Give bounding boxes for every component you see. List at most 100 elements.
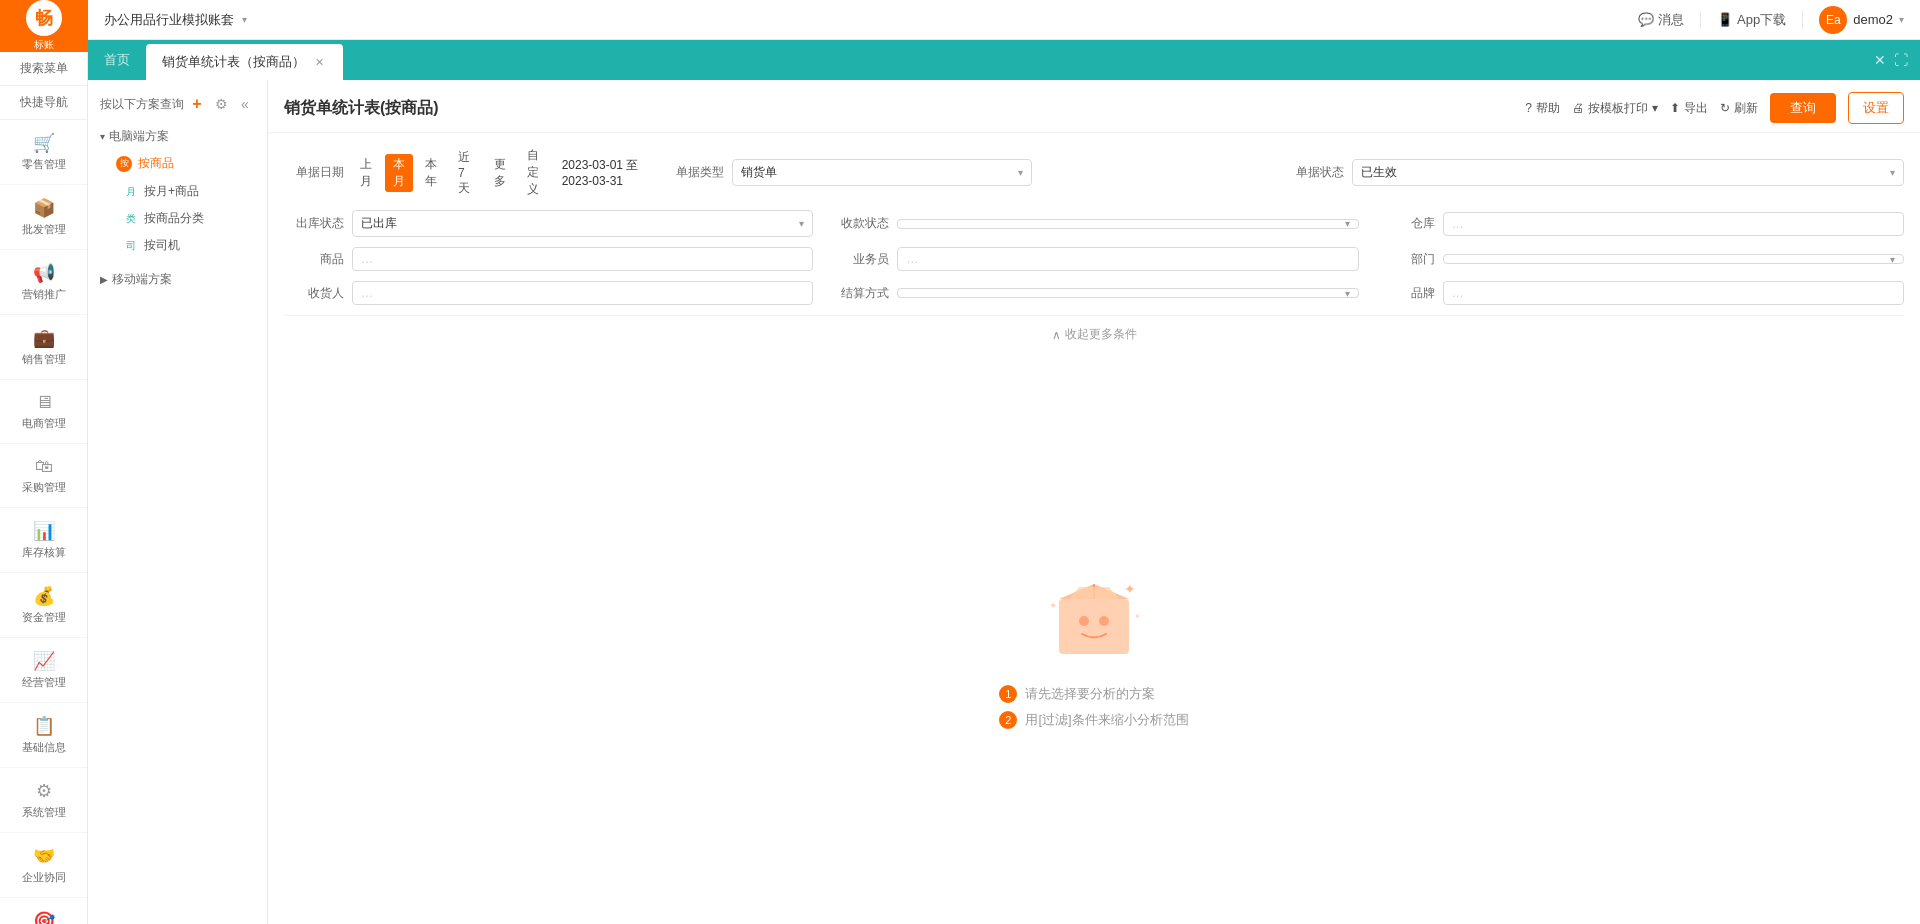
- desktop-group-label: 电脑端方案: [109, 128, 169, 145]
- corp-icon: 🤝: [33, 845, 55, 867]
- payment-method-select[interactable]: ▾: [897, 288, 1358, 298]
- sidebar-item-finance[interactable]: 💰 资金管理: [0, 573, 87, 638]
- help-btn[interactable]: ? 帮助: [1525, 100, 1560, 117]
- operation-label: 经营管理: [22, 675, 66, 690]
- system-icon: ⚙: [36, 780, 52, 802]
- shortcut-nav-label: 快捷导航: [20, 94, 68, 111]
- payment-status-label: 收款状态: [829, 215, 897, 232]
- by-category-icon: 类: [124, 212, 138, 226]
- settings-button[interactable]: 设置: [1848, 92, 1904, 124]
- payment-status-select[interactable]: ▾: [897, 219, 1358, 229]
- refresh-btn[interactable]: ↻ 刷新: [1720, 100, 1758, 117]
- expand-icon[interactable]: ⛶: [1894, 52, 1908, 68]
- date-shortcuts: 上月 本月 本年 近7天 更多 自定义: [352, 145, 554, 200]
- mobile-scheme-group: ▶ 移动端方案: [88, 263, 267, 296]
- warehouse-input[interactable]: …: [1443, 212, 1904, 236]
- custom-date-btn[interactable]: 自定义: [519, 145, 554, 200]
- mobile-group-arrow: ▶: [100, 274, 108, 285]
- logo-icon: 畅: [26, 0, 62, 36]
- sidebar-item-retail[interactable]: 🛒 零售管理: [0, 120, 87, 185]
- receiver-input[interactable]: …: [352, 281, 813, 305]
- receiver-label: 收货人: [284, 285, 352, 302]
- export-icon: ⬆: [1670, 101, 1680, 115]
- scheme-by-category[interactable]: 类 按商品分类: [88, 205, 267, 232]
- scheme-by-month-product[interactable]: 月 按月+商品: [88, 178, 267, 205]
- collapse-panel-btn[interactable]: «: [235, 94, 255, 114]
- empty-illustration: ✦ ✦ ✦: [1034, 549, 1154, 669]
- msg-icon: 💬: [1638, 12, 1654, 27]
- sidebar-item-basic[interactable]: 📋 基础信息: [0, 703, 87, 768]
- more-date-btn[interactable]: 更多: [486, 154, 515, 192]
- dept-select[interactable]: ▾: [1443, 254, 1904, 264]
- add-scheme-btn[interactable]: +: [187, 94, 207, 114]
- by-cashier-label: 按司机: [144, 237, 180, 254]
- dept-arrow: ▾: [1890, 254, 1895, 265]
- out-status-select[interactable]: 已出库 ▾: [352, 210, 813, 237]
- marketing-label: 营销推广: [22, 287, 66, 302]
- last-month-btn[interactable]: 上月: [352, 154, 381, 192]
- tab-sales-stat[interactable]: 销货单统计表（按商品） ✕: [146, 44, 343, 80]
- sidebar-item-wholesale[interactable]: 📦 批发管理: [0, 185, 87, 250]
- page-actions: ? 帮助 🖨 按模板打印 ▾ ⬆ 导出 ↻ 刷新: [1525, 92, 1904, 124]
- search-menu-label: 搜索菜单: [20, 60, 68, 77]
- current-year-btn[interactable]: 本年: [417, 154, 446, 192]
- close-all-icon[interactable]: ✕: [1874, 52, 1886, 68]
- collapse-filter-label: 收起更多条件: [1065, 326, 1137, 343]
- product-label: 商品: [284, 251, 352, 268]
- doc-status-select[interactable]: 已生效 ▾: [1352, 159, 1904, 186]
- doc-type-select[interactable]: 销货单 ▾: [732, 159, 1032, 186]
- search-menu-item[interactable]: 搜索菜单: [0, 52, 87, 86]
- mobile-group-title[interactable]: ▶ 移动端方案: [88, 267, 267, 292]
- collapse-filter-btn[interactable]: ∧ 收起更多条件: [284, 320, 1904, 349]
- shortcut-nav-item[interactable]: 快捷导航: [0, 86, 87, 120]
- sidebar-item-purchase[interactable]: 🛍 采购管理: [0, 444, 87, 508]
- topbar-right: 💬 消息 📱 App下载 Ea demo2 ▾: [1638, 6, 1904, 34]
- sidebar-item-inventory[interactable]: 📊 库存核算: [0, 508, 87, 573]
- scheme-by-cashier[interactable]: 司 按司机: [88, 232, 267, 259]
- app-download-btn[interactable]: 📱 App下载: [1717, 11, 1803, 29]
- sidebar-item-system[interactable]: ⚙ 系统管理: [0, 768, 87, 833]
- brand-input[interactable]: …: [1443, 281, 1904, 305]
- sidebar-item-corp[interactable]: 🤝 企业协同: [0, 833, 87, 898]
- tab-home[interactable]: 首页: [88, 40, 146, 80]
- sidebar-item-ecommerce[interactable]: 🖥 电商管理: [0, 380, 87, 444]
- desktop-group-title[interactable]: ▾ 电脑端方案: [88, 124, 267, 149]
- by-cashier-icon: 司: [124, 239, 138, 253]
- product-input[interactable]: …: [352, 247, 813, 271]
- export-btn[interactable]: ⬆ 导出: [1670, 100, 1708, 117]
- doc-type-label: 单据类型: [664, 164, 732, 181]
- warehouse-label: 仓库: [1375, 215, 1443, 232]
- hint-1-num: 1: [999, 685, 1017, 703]
- industry-label: 办公用品行业模拟账套: [104, 11, 234, 29]
- svg-text:✦: ✦: [1049, 600, 1057, 611]
- template-print-btn[interactable]: 🖨 按模板打印 ▾: [1572, 100, 1658, 117]
- last7days-btn[interactable]: 近7天: [450, 147, 482, 199]
- sidebar-item-marketing[interactable]: 📢 营销推广: [0, 250, 87, 315]
- sidebar-item-operation[interactable]: 📈 经营管理: [0, 638, 87, 703]
- filter-area: 单据日期 上月 本月 本年 近7天 更多 自定义 2023-03-01 至: [268, 133, 1920, 361]
- content-area: 按以下方案查询 + ⚙ « ▾ 电脑端方案 按 按商品 月 按月+: [88, 80, 1920, 924]
- receiver-more-icon: …: [361, 286, 373, 300]
- app-logo: 畅 标账: [0, 0, 88, 52]
- system-label: 系统管理: [22, 805, 66, 820]
- finance-label: 资金管理: [22, 610, 66, 625]
- out-status-value: 已出库: [361, 215, 397, 232]
- payment-method-arrow: ▾: [1345, 288, 1350, 299]
- by-category-label: 按商品分类: [144, 210, 204, 227]
- date-range-display: 2023-03-01 至 2023-03-31: [562, 157, 664, 188]
- sidebar-item-newbie[interactable]: 🎯 新手引导: [0, 898, 87, 924]
- empty-hint-1: 1 请先选择要分析的方案: [999, 685, 1188, 703]
- tab-close-btn[interactable]: ✕: [311, 54, 327, 70]
- user-menu[interactable]: Ea demo2 ▾: [1819, 6, 1904, 34]
- sidebar-item-sales[interactable]: 💼 销售管理: [0, 315, 87, 380]
- staff-input[interactable]: …: [897, 247, 1358, 271]
- query-button[interactable]: 查询: [1770, 93, 1836, 123]
- industry-dropdown-arrow[interactable]: ▾: [242, 14, 247, 25]
- scheme-by-product[interactable]: 按 按商品: [88, 149, 267, 178]
- current-month-btn[interactable]: 本月: [385, 154, 414, 192]
- settings-scheme-btn[interactable]: ⚙: [211, 94, 231, 114]
- page-header: 销货单统计表(按商品) ? 帮助 🖨 按模板打印 ▾ ⬆ 导出: [268, 80, 1920, 133]
- svg-text:✦: ✦: [1124, 581, 1136, 597]
- desktop-scheme-group: ▾ 电脑端方案 按 按商品 月 按月+商品 类 按商品分类 司 按司机: [88, 120, 267, 263]
- msg-btn[interactable]: 💬 消息: [1638, 11, 1701, 29]
